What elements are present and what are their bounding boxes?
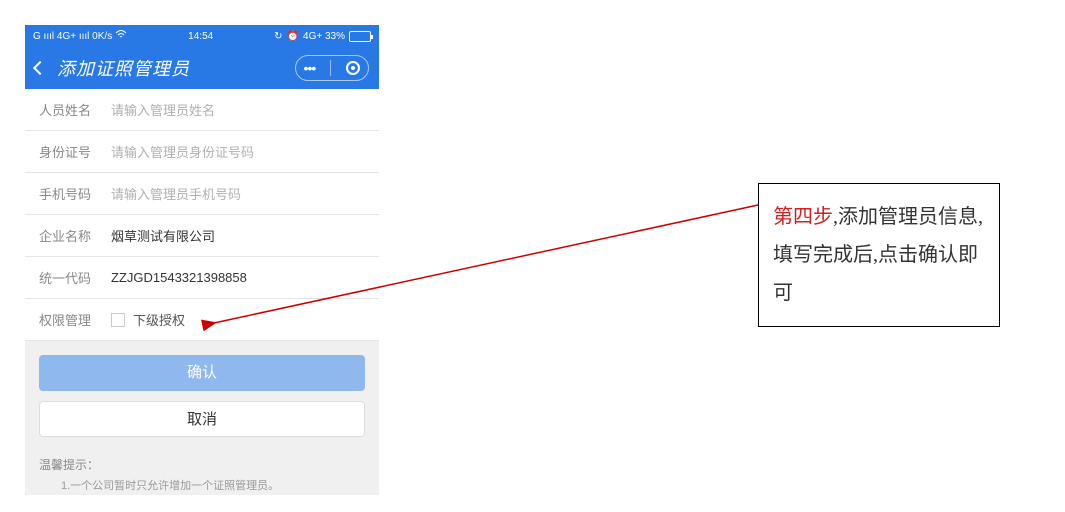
- field-code-row: 统一代码 ZZJGD1543321398858: [25, 257, 379, 299]
- cancel-button[interactable]: 取消: [39, 401, 365, 437]
- status-time: 14:54: [188, 31, 213, 42]
- phone-mockup: G ıııl 4G+ ıııl 0K/s 14:54 ↻ ⏰ 4G+ 33% 添…: [25, 25, 379, 495]
- hint-area: 温馨提示： 1.一个公司暂时只允许增加一个证照管理员。 2.法定代表人给证照管理…: [25, 455, 379, 495]
- id-input[interactable]: 请输入管理员身份证号码: [111, 142, 254, 161]
- field-label: 身份证号: [39, 142, 111, 161]
- confirm-button-label: 确认: [187, 364, 217, 381]
- status-right: ↻ ⏰ 4G+ 33%: [274, 31, 371, 42]
- wifi-icon: [115, 30, 127, 43]
- name-input[interactable]: 请输入管理员姓名: [111, 100, 215, 119]
- field-company-row: 企业名称 烟草测试有限公司: [25, 215, 379, 257]
- callout-step-label: 第四步: [773, 206, 833, 228]
- field-phone-row[interactable]: 手机号码 请输入管理员手机号码: [25, 173, 379, 215]
- field-label: 统一代码: [39, 268, 111, 287]
- signal-text: G ıııl 4G+ ıııl 0K/s: [33, 31, 112, 42]
- phone-input[interactable]: 请输入管理员手机号码: [111, 184, 241, 203]
- action-area: 确认 取消: [25, 341, 379, 455]
- sync-icon: ↻: [274, 31, 282, 42]
- alarm-icon: ⏰: [287, 31, 299, 42]
- status-bar: G ıııl 4G+ ıııl 0K/s 14:54 ↻ ⏰ 4G+ 33%: [25, 25, 379, 47]
- back-icon[interactable]: [33, 61, 47, 75]
- confirm-button[interactable]: 确认: [39, 355, 365, 391]
- hint-title: 温馨提示：: [39, 455, 365, 475]
- cancel-button-label: 取消: [187, 411, 217, 428]
- more-icon[interactable]: •••: [304, 60, 316, 76]
- field-name-row[interactable]: 人员姓名 请输入管理员姓名: [25, 89, 379, 131]
- field-id-row[interactable]: 身份证号 请输入管理员身份证号码: [25, 131, 379, 173]
- code-value: ZZJGD1543321398858: [111, 270, 247, 285]
- page-title: 添加证照管理员: [57, 55, 190, 81]
- field-permission-row[interactable]: 权限管理 下级授权: [25, 299, 379, 341]
- miniprogram-capsule[interactable]: •••: [295, 55, 369, 81]
- instruction-callout: 第四步,添加管理员信息,填写完成后,点击确认即可: [758, 183, 1000, 327]
- form-area: 人员姓名 请输入管理员姓名 身份证号 请输入管理员身份证号码 手机号码 请输入管…: [25, 89, 379, 341]
- title-bar: 添加证照管理员 •••: [25, 47, 379, 89]
- network-text: 4G+ 33%: [303, 31, 345, 42]
- subordinate-checkbox[interactable]: [111, 313, 125, 327]
- company-value: 烟草测试有限公司: [111, 226, 215, 245]
- field-label: 企业名称: [39, 226, 111, 245]
- field-label: 人员姓名: [39, 100, 111, 119]
- battery-icon: [349, 31, 371, 42]
- field-label: 手机号码: [39, 184, 111, 203]
- close-target-icon[interactable]: [346, 61, 360, 75]
- hint-item-1: 1.一个公司暂时只允许增加一个证照管理员。: [39, 477, 365, 495]
- checkbox-label: 下级授权: [133, 310, 185, 329]
- status-left: G ıııl 4G+ ıııl 0K/s: [33, 30, 127, 43]
- field-label: 权限管理: [39, 310, 111, 329]
- capsule-divider: [330, 60, 331, 76]
